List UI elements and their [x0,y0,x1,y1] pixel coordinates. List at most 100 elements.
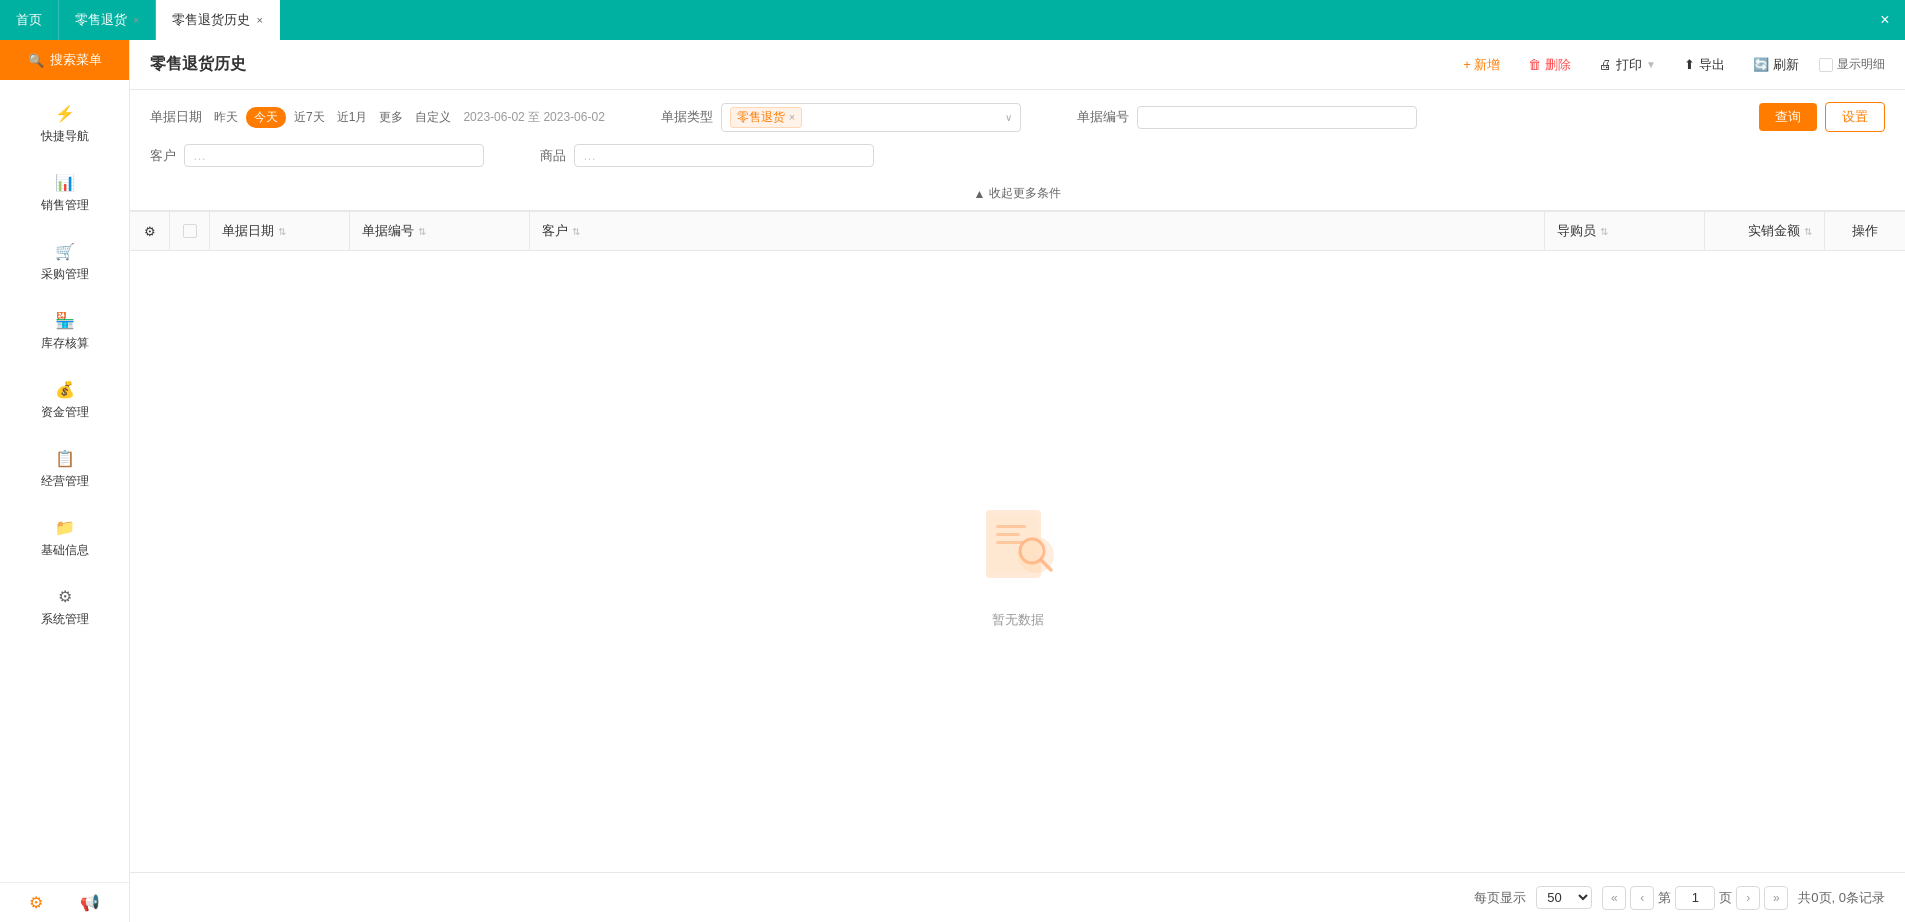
bill-no-input[interactable] [1137,106,1417,129]
manage-icon: 📋 [54,447,76,469]
date-options: 昨天 今天 近7天 近1月 更多 自定义 [210,107,455,128]
goods-label: 商品 [540,147,566,165]
svg-rect-3 [996,533,1020,536]
bill-type-tag: 零售退货 × [730,107,802,128]
filter-collapse-button[interactable]: ▲ 收起更多条件 [150,179,1885,210]
sidebar-item-quick[interactable]: ⚡ 快捷导航 [6,90,123,157]
sidebar-item-manage-label: 经营管理 [41,473,89,490]
tab-home[interactable]: 首页 [0,0,59,40]
quick-icon: ⚡ [54,102,76,124]
sidebar-item-stock-label: 库存核算 [41,335,89,352]
last-page-button[interactable]: » [1764,886,1788,910]
th-customer[interactable]: 客户 ⇅ [530,212,1545,250]
collapse-up-icon: ▲ [974,187,986,201]
bill-type-tag-close[interactable]: × [789,111,795,123]
th-checkbox-input[interactable] [183,224,197,238]
filter-collapse-label: 收起更多条件 [989,185,1061,202]
first-page-button[interactable]: « [1602,886,1626,910]
sidebar-item-purchase-label: 采购管理 [41,266,89,283]
tab-retail-return-history-close[interactable]: × [256,14,262,26]
page-total: 共0页, 0条记录 [1798,889,1885,907]
th-settings-icon: ⚙ [144,224,156,239]
prev-page-button[interactable]: ‹ [1630,886,1654,910]
system-icon: ⚙ [54,585,76,607]
goods-input[interactable]: … [574,144,874,167]
show-detail-text: 显示明细 [1837,56,1885,73]
sidebar-item-finance[interactable]: 💰 资金管理 [6,366,123,433]
page-nav: « ‹ 第 页 › » [1602,886,1788,910]
th-bill-date[interactable]: 单据日期 ⇅ [210,212,350,250]
sidebar-item-quick-label: 快捷导航 [41,128,89,145]
svg-rect-2 [996,525,1026,528]
th-checkbox[interactable] [170,212,210,250]
th-bill-no-label: 单据编号 [362,222,414,240]
filter-customer: 客户 … [150,144,484,167]
tab-home-label: 首页 [16,11,42,29]
search-icon: 🔍 [28,53,44,68]
sidebar-item-finance-label: 资金管理 [41,404,89,421]
sidebar-item-sales[interactable]: 📊 销售管理 [6,159,123,226]
sidebar-item-basic[interactable]: 📁 基础信息 [6,504,123,571]
page-unit: 页 [1719,889,1732,907]
goods-placeholder: … [583,148,596,163]
next-page-button[interactable]: › [1736,886,1760,910]
th-customer-sort-icon: ⇅ [572,226,580,237]
th-amount[interactable]: 实销金额 ⇅ [1705,212,1825,250]
new-button[interactable]: + 新增 [1455,52,1508,78]
tab-retail-return[interactable]: 零售退货 × [59,0,156,40]
show-detail-checkbox[interactable] [1819,58,1833,72]
delete-button[interactable]: 🗑 删除 [1520,52,1579,78]
customer-label: 客户 [150,147,176,165]
date-opt-more[interactable]: 更多 [375,107,407,128]
query-settings-buttons: 查询 设置 [1759,102,1885,132]
settings-button[interactable]: 设置 [1825,102,1885,132]
th-settings[interactable]: ⚙ [130,212,170,250]
search-menu-button[interactable]: 🔍 搜索菜单 [0,40,129,80]
tab-retail-return-history-label: 零售退货历史 [172,11,250,29]
bill-type-tag-text: 零售退货 [737,109,785,126]
th-guide-label: 导购员 [1557,222,1596,240]
refresh-button[interactable]: 🔄 刷新 [1745,52,1807,78]
sidebar-item-purchase[interactable]: 🛒 采购管理 [6,228,123,295]
export-button[interactable]: ⬆ 导出 [1676,52,1733,78]
tab-retail-return-history[interactable]: 零售退货历史 × [156,0,279,40]
tab-list: 首页 零售退货 × 零售退货历史 × [0,0,1865,40]
th-amount-label: 实销金额 [1748,222,1800,240]
date-opt-1month[interactable]: 近1月 [333,107,372,128]
sidebar-item-manage[interactable]: 📋 经营管理 [6,435,123,502]
bill-type-select[interactable]: 零售退货 × ∨ [721,103,1021,132]
date-opt-custom[interactable]: 自定义 [411,107,455,128]
sidebar-item-system[interactable]: ⚙ 系统管理 [6,573,123,640]
tab-retail-return-close[interactable]: × [133,14,139,26]
refresh-icon: 🔄 [1753,57,1769,72]
window-close-button[interactable]: × [1865,0,1905,40]
purchase-icon: 🛒 [54,240,76,262]
print-button[interactable]: 🖨 打印 ▼ [1591,52,1664,78]
bill-no-label: 单据编号 [1077,108,1129,126]
date-opt-today[interactable]: 今天 [246,107,286,128]
page-number-input[interactable] [1675,886,1715,910]
sales-icon: 📊 [54,171,76,193]
table-area: ⚙ 单据日期 ⇅ 单据编号 ⇅ 客户 ⇅ 导购员 [130,211,1905,872]
table-header: ⚙ 单据日期 ⇅ 单据编号 ⇅ 客户 ⇅ 导购员 [130,211,1905,251]
page-label: 第 [1658,889,1671,907]
th-bill-no[interactable]: 单据编号 ⇅ [350,212,530,250]
page-size-select[interactable]: 50 10 20 100 [1536,886,1592,909]
customer-input[interactable]: … [184,144,484,167]
customer-placeholder: … [193,148,206,163]
sidebar-bottom: ⚙ 📢 [0,882,129,922]
sidebar-speaker-icon[interactable]: 📢 [80,893,100,912]
date-opt-7days[interactable]: 近7天 [290,107,329,128]
th-guide[interactable]: 导购员 ⇅ [1545,212,1705,250]
tab-retail-return-label: 零售退货 [75,11,127,29]
date-range-display: 2023-06-02 至 2023-06-02 [463,109,604,126]
th-bill-no-sort-icon: ⇅ [418,226,426,237]
date-opt-yesterday[interactable]: 昨天 [210,107,242,128]
filter-area: 单据日期 昨天 今天 近7天 近1月 更多 自定义 2023-06-02 至 2… [130,90,1905,211]
print-label: 打印 [1616,56,1642,74]
sidebar-item-stock[interactable]: 🏪 库存核算 [6,297,123,364]
th-action: 操作 [1825,212,1905,250]
page-actions: + 新增 🗑 删除 🖨 打印 ▼ ⬆ 导出 🔄 刷新 显示明细 [1455,52,1885,78]
sidebar-settings-icon[interactable]: ⚙ [29,893,43,912]
query-button[interactable]: 查询 [1759,103,1817,131]
